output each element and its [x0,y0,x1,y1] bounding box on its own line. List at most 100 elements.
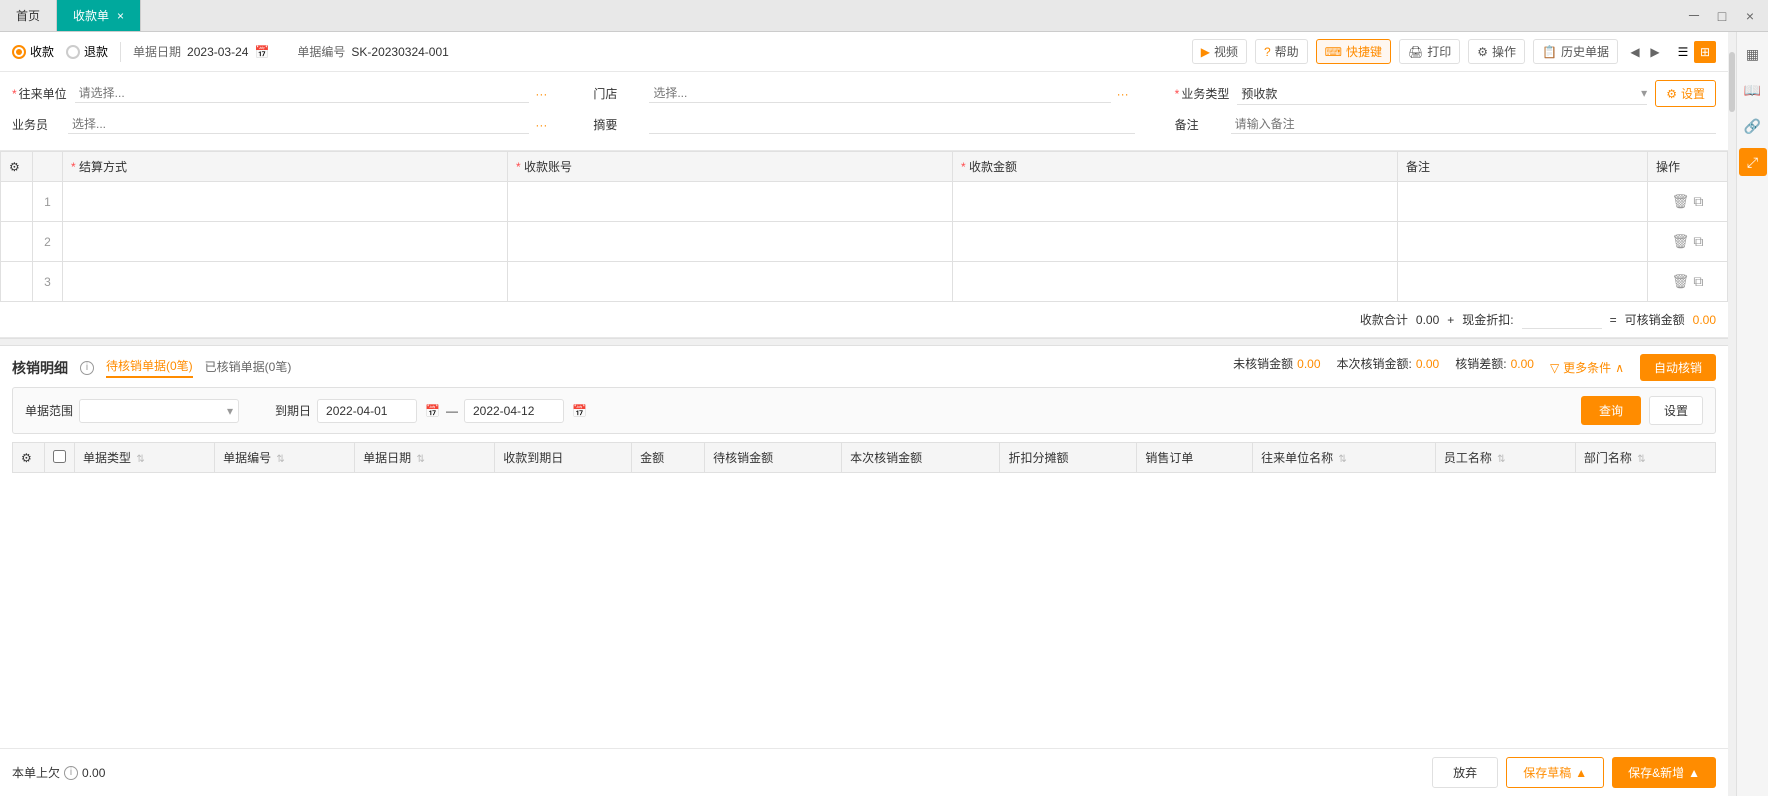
due-from-cal-icon[interactable]: 📅 [425,404,440,418]
print-button[interactable]: 🖨 打印 [1399,39,1460,64]
tab-active[interactable]: 收款单 × [57,0,141,31]
sort-icon-date[interactable]: ⇅ [416,454,424,465]
print-icon: 🖨 [1408,45,1423,59]
sidebar-link-icon[interactable]: 🔗 [1739,112,1767,140]
row-account-2[interactable] [508,222,953,262]
select-all-checkbox[interactable] [53,450,66,463]
staff-input[interactable] [68,115,529,134]
scope-select[interactable] [79,399,239,423]
summary-input[interactable] [649,115,1134,134]
verify-settings-button[interactable]: 设置 [1649,396,1703,425]
sort-icon-dept[interactable]: ⇅ [1637,454,1645,465]
tab-close-icon[interactable]: × [117,9,124,23]
save-draft-arrow-icon[interactable]: ▲ [1575,766,1587,780]
copy-icon-3[interactable]: ⧉ [1693,273,1703,290]
row-amount-3[interactable] [953,262,1398,302]
verify-title: 核销明细 [12,358,68,378]
date-calendar-icon[interactable]: 📅 [254,45,269,59]
radio-refund[interactable]: 退款 [66,43,108,60]
bt-th-checkbox[interactable] [45,443,75,473]
save-new-arrow-icon[interactable]: ▲ [1688,766,1700,780]
radio-receive[interactable]: 收款 [12,43,54,60]
form-settings-button[interactable]: ⚙ 设置 [1655,80,1716,107]
abandon-button[interactable]: 放弃 [1432,757,1498,788]
due-to-cal-icon[interactable]: 📅 [572,404,587,418]
order-info-icon[interactable]: i [64,766,78,780]
sidebar-book-icon[interactable]: 📖 [1739,76,1767,104]
sidebar-expand-icon[interactable]: ⤢ [1739,148,1767,176]
save-new-button[interactable]: 保存&新增 ▲ [1612,757,1716,788]
maximize-button[interactable]: □ [1712,8,1732,24]
due-to-input[interactable] [464,399,564,423]
row-amount-2[interactable] [953,222,1398,262]
biz-type-select[interactable]: 预收款 ▾ [1237,83,1647,105]
table-settings-gear-icon[interactable]: ⚙ [9,160,20,174]
sort-icon-number[interactable]: ⇅ [276,454,284,465]
row-remark-1[interactable] [1398,182,1648,222]
row-remark-3[interactable] [1398,262,1648,302]
table-row: 3 🗑 ⧉ [1,262,1728,302]
sidebar-table-icon[interactable]: ▦ [1739,40,1767,68]
delete-icon-3[interactable]: 🗑 [1672,273,1690,290]
tab-pending[interactable]: 待核销单据(0笔) [106,357,193,378]
shortcut-button[interactable]: ⌨ 快捷键 [1316,39,1391,64]
sort-icon-type[interactable]: ⇅ [136,454,144,465]
sort-icon-partner[interactable]: ⇅ [1338,454,1346,465]
row-payment-3[interactable] [63,262,508,302]
shop-input[interactable] [649,84,1110,103]
shop-label: 门店 [593,85,649,102]
list-view-btn[interactable]: ☰ [1672,41,1694,63]
row-account-1[interactable] [508,182,953,222]
delete-icon-2[interactable]: 🗑 [1672,233,1690,250]
row-payment-2[interactable] [63,222,508,262]
row-payment-1[interactable] [63,182,508,222]
operation-button[interactable]: ⚙ 操作 [1468,39,1525,64]
scrollbar[interactable] [1728,32,1736,796]
grid-view-btn[interactable]: ⊞ [1694,41,1716,63]
save-draft-button[interactable]: 保存草稿 ▲ [1506,757,1604,788]
row-num-1: 1 [33,182,63,222]
doc-number-field: 单据编号 SK-20230324-001 [297,43,448,60]
chevron-up-icon: ∧ [1615,361,1624,375]
due-from-input[interactable] [317,399,417,423]
minimize-button[interactable]: － [1684,6,1704,26]
th-settings[interactable]: ⚙ [1,152,33,182]
query-button[interactable]: 查询 [1581,396,1641,425]
copy-icon-2[interactable]: ⧉ [1693,233,1703,250]
prev-arrow[interactable]: ◀ [1626,43,1644,61]
shop-more-icon[interactable]: ··· [1111,87,1135,101]
partner-input[interactable] [75,84,530,103]
diff-value: 0.00 [1511,357,1534,371]
doc-date-value[interactable]: 2023-03-24 [187,45,248,59]
row-remark-2[interactable] [1398,222,1648,262]
row-amount-1[interactable] [953,182,1398,222]
tab-home[interactable]: 首页 [0,0,57,31]
staff-more-icon[interactable]: ··· [529,118,553,132]
auto-verify-button[interactable]: 自动核销 [1640,354,1716,381]
row-settings-1 [1,182,33,222]
help-icon: ? [1264,45,1271,59]
close-button[interactable]: × [1740,8,1760,24]
doc-date-label: 单据日期 [133,43,181,60]
history-button[interactable]: 📋 历史单据 [1533,39,1618,64]
current-value: 0.00 [1416,357,1439,371]
partner-more-icon[interactable]: ··· [529,87,553,101]
help-button[interactable]: ? 帮助 [1255,39,1308,64]
tab-done[interactable]: 已核销单据(0笔) [205,358,292,377]
verify-info-icon[interactable]: i [80,361,94,375]
delete-icon-1[interactable]: 🗑 [1672,193,1690,210]
bt-th-settings[interactable]: ⚙ [13,443,45,473]
sort-icon-staff[interactable]: ⇅ [1497,454,1505,465]
doc-date-field: 单据日期 2023-03-24 📅 [133,43,269,60]
next-arrow[interactable]: ▶ [1646,43,1664,61]
more-conditions-button[interactable]: ▽ 更多条件 ∧ [1550,359,1624,376]
scrollbar-thumb[interactable] [1729,52,1735,112]
diff-label: 核销差额: [1455,355,1506,372]
bottom-table-section: ⚙ 单据类型 ⇅ 单据编号 ⇅ [12,442,1716,473]
discount-input[interactable] [1522,310,1602,329]
video-button[interactable]: ▶ 视频 [1192,39,1247,64]
copy-icon-1[interactable]: ⧉ [1693,193,1703,210]
unchecked-value: 0.00 [1297,357,1320,371]
row-account-3[interactable] [508,262,953,302]
remark-input[interactable] [1231,115,1716,134]
